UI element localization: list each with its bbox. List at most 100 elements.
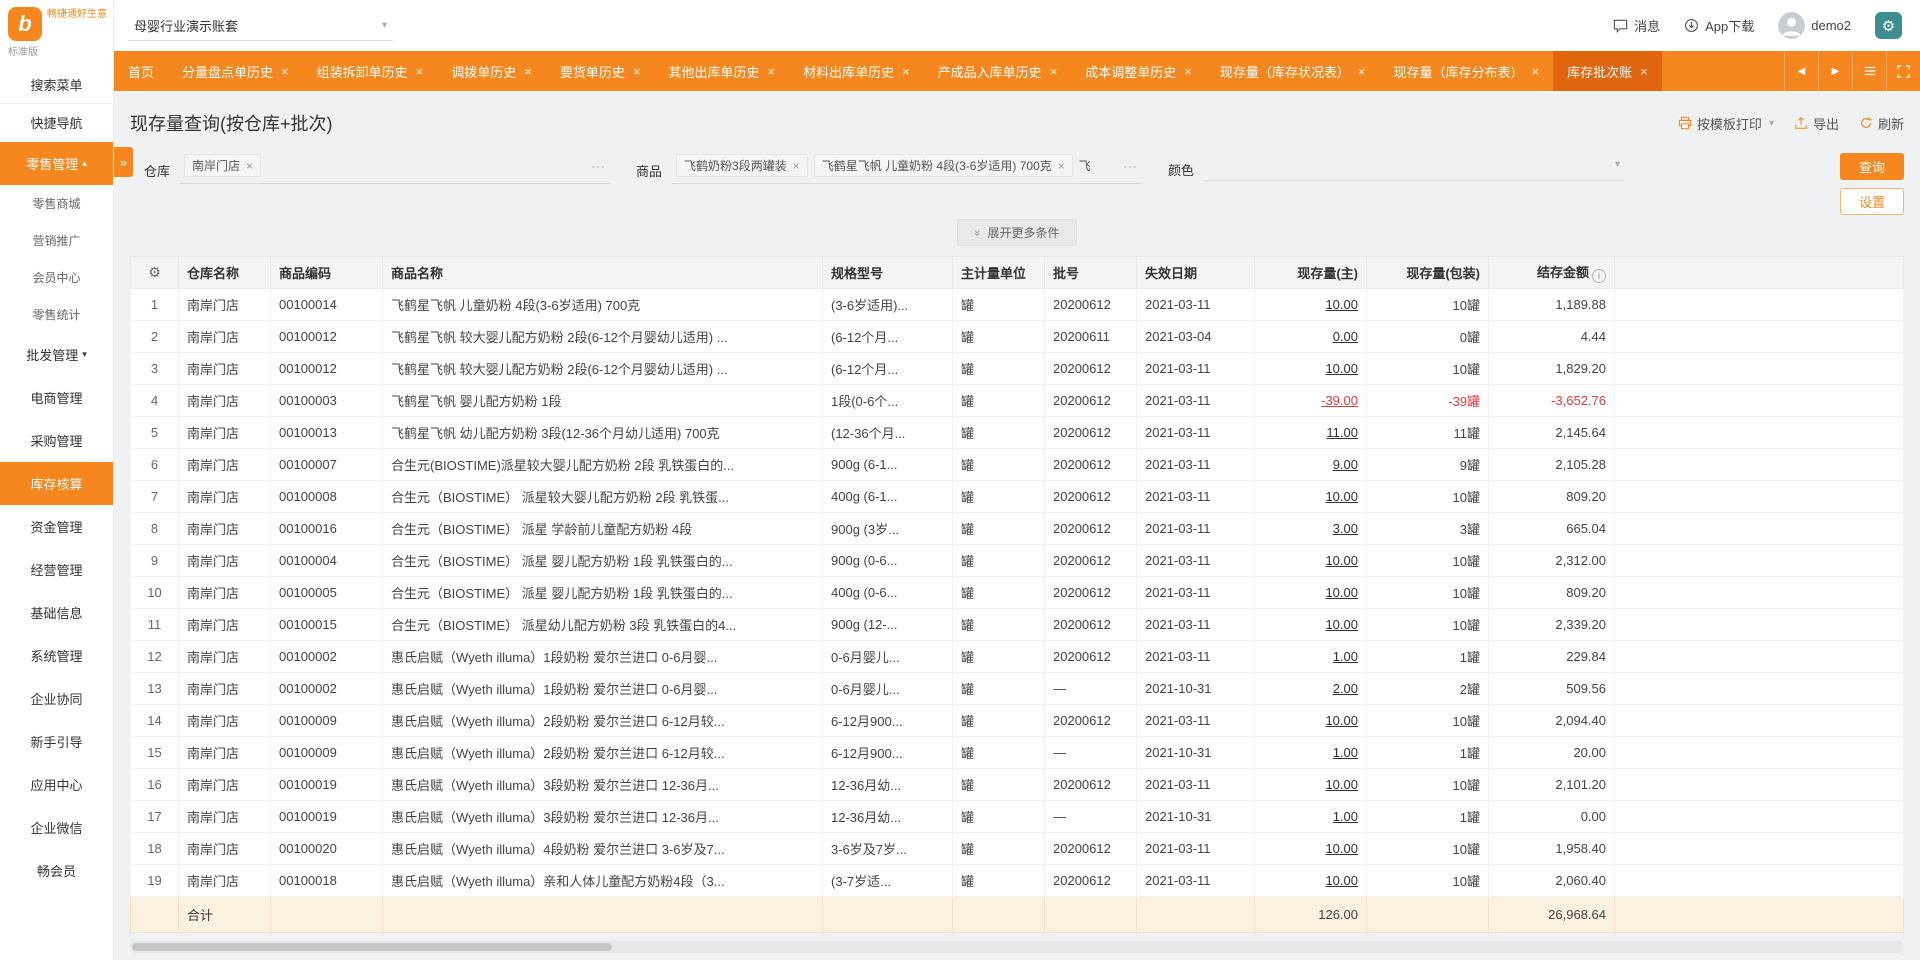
sidebar-item[interactable]: 批发管理 ▾	[0, 333, 113, 376]
table-row[interactable]: 11 南岸门店 00100015 合生元（BIOSTIME） 派星幼儿配方奶粉 …	[130, 608, 1904, 641]
qty-main-link[interactable]: 10.00	[1325, 489, 1358, 504]
table-row[interactable]: 17 南岸门店 00100019 惠氏启赋（Wyeth illuma）3段奶粉 …	[130, 800, 1904, 833]
table-row[interactable]: 14 南岸门店 00100009 惠氏启赋（Wyeth illuma）2段奶粉 …	[130, 704, 1904, 737]
close-icon[interactable]: ×	[281, 65, 289, 78]
close-icon[interactable]: ×	[767, 65, 775, 78]
table-row[interactable]: 15 南岸门店 00100009 惠氏启赋（Wyeth illuma）2段奶粉 …	[130, 736, 1904, 769]
close-icon[interactable]: ×	[1532, 65, 1540, 78]
tab[interactable]: 现存量（库存状况表） ×	[1206, 51, 1380, 91]
avatar[interactable]	[1778, 12, 1806, 39]
remove-tag-icon[interactable]: ×	[1058, 159, 1065, 173]
table-row[interactable]: 19 南岸门店 00100018 惠氏启赋（Wyeth illuma）亲和人体儿…	[130, 864, 1904, 897]
table-row[interactable]: 2 南岸门店 00100012 飞鹤星飞帆 较大婴儿配方奶粉 2段(6-12个月…	[130, 320, 1904, 353]
qty-main-link[interactable]: 2.00	[1333, 681, 1358, 696]
table-row[interactable]: 3 南岸门店 00100012 飞鹤星飞帆 较大婴儿配方奶粉 2段(6-12个月…	[130, 352, 1904, 385]
sidebar-item[interactable]: 资金管理	[0, 505, 113, 548]
table-row[interactable]: 7 南岸门店 00100008 合生元（BIOSTIME） 派星较大婴儿配方奶粉…	[130, 480, 1904, 513]
qty-main-link[interactable]: 10.00	[1325, 873, 1358, 888]
product-more-button[interactable]: ···	[1123, 159, 1138, 173]
qty-main-link[interactable]: 10.00	[1325, 777, 1358, 792]
table-row[interactable]: 8 南岸门店 00100016 合生元（BIOSTIME） 派星 学龄前儿童配方…	[130, 512, 1904, 545]
table-row[interactable]: 1 南岸门店 00100014 飞鹤星飞帆 儿童奶粉 4段(3-6岁适用) 70…	[130, 288, 1904, 321]
tab[interactable]: 材料出库单历史 ×	[789, 51, 924, 91]
sidebar-item[interactable]: 经营管理	[0, 548, 113, 591]
sidebar-item[interactable]: 新手引导	[0, 720, 113, 763]
scrollbar-thumb[interactable]	[132, 943, 612, 951]
remove-tag-icon[interactable]: ×	[246, 159, 253, 173]
table-row[interactable]: 5 南岸门店 00100013 飞鹤星飞帆 幼儿配方奶粉 3段(12-36个月幼…	[130, 416, 1904, 449]
tabs-menu-icon[interactable]	[1852, 51, 1886, 91]
messages-button[interactable]: 消息	[1613, 16, 1660, 35]
product-field[interactable]: 飞鹤奶粉3段两罐装 × 飞鹤星飞帆 儿童奶粉 4段(3-6岁适用) 700克 ×…	[672, 153, 1143, 184]
qty-main-link[interactable]: 1.00	[1333, 745, 1358, 760]
tabs-next-button[interactable]: ▶	[1818, 51, 1852, 91]
print-by-template-button[interactable]: 按模板打印 ▾	[1678, 114, 1774, 133]
sidebar-item[interactable]: 零售管理 ▴	[0, 142, 113, 185]
expand-more-conditions-button[interactable]: » 展开更多条件	[957, 219, 1077, 246]
account-select[interactable]: 母婴行业演示账套 ▾	[128, 11, 393, 41]
qty-main-link[interactable]: 10.00	[1325, 297, 1358, 312]
sidebar-item[interactable]: 电商管理	[0, 376, 113, 419]
close-icon[interactable]: ×	[1640, 65, 1648, 78]
tab[interactable]: 产成品入库单历史 ×	[924, 51, 1072, 91]
qty-main-link[interactable]: 1.00	[1333, 809, 1358, 824]
close-icon[interactable]: ×	[633, 65, 641, 78]
qty-main-link[interactable]: 0.00	[1333, 329, 1358, 344]
sidebar-item[interactable]: 营销推广	[0, 222, 113, 259]
table-row[interactable]: 4 南岸门店 00100003 飞鹤星飞帆 婴儿配方奶粉 1段 1段(0-6个.…	[130, 384, 1904, 417]
qty-main-link[interactable]: 10.00	[1325, 617, 1358, 632]
table-row[interactable]: 18 南岸门店 00100020 惠氏启赋（Wyeth illuma）4段奶粉 …	[130, 832, 1904, 865]
column-settings-icon[interactable]: ⚙	[148, 264, 161, 280]
sidebar-item[interactable]: 库存核算	[0, 462, 113, 505]
tab[interactable]: 首页 ×	[114, 51, 168, 91]
tab[interactable]: 成本调整单历史 ×	[1071, 51, 1206, 91]
qty-main-link[interactable]: 11.00	[1326, 425, 1358, 440]
sidebar-item[interactable]: 系统管理	[0, 634, 113, 677]
close-icon[interactable]: ×	[524, 65, 532, 78]
qty-main-link[interactable]: 10.00	[1325, 585, 1358, 600]
sidebar-item[interactable]: 采购管理	[0, 419, 113, 462]
remove-tag-icon[interactable]: ×	[793, 159, 800, 173]
qty-main-link[interactable]: 3.00	[1333, 521, 1358, 536]
sidebar-item[interactable]: 基础信息	[0, 591, 113, 634]
sidebar-item[interactable]: 畅会员	[0, 849, 113, 892]
tab[interactable]: 库存批次账 ×	[1553, 51, 1662, 91]
tab[interactable]: 现存量（库存分布表） ×	[1380, 51, 1554, 91]
sidebar-item[interactable]: 搜索菜单	[0, 66, 113, 104]
color-field[interactable]: ▾	[1204, 153, 1625, 181]
table-row[interactable]: 9 南岸门店 00100004 合生元（BIOSTIME） 派星 婴儿配方奶粉 …	[130, 544, 1904, 577]
close-icon[interactable]: ×	[1358, 65, 1366, 78]
qty-main-link[interactable]: 9.00	[1333, 457, 1358, 472]
tab[interactable]: 调拨单历史 ×	[437, 51, 546, 91]
table-row[interactable]: 6 南岸门店 00100007 合生元(BIOSTIME)派星较大婴儿配方奶粉 …	[130, 448, 1904, 481]
qty-main-link[interactable]: 10.00	[1325, 361, 1358, 376]
table-row[interactable]: 12 南岸门店 00100002 惠氏启赋（Wyeth illuma）1段奶粉 …	[130, 640, 1904, 673]
sidebar-item[interactable]: 快捷导航	[0, 104, 113, 142]
close-icon[interactable]: ×	[416, 65, 424, 78]
query-button[interactable]: 查询	[1840, 153, 1904, 180]
warehouse-more-button[interactable]: ···	[591, 159, 606, 173]
close-icon[interactable]: ×	[1184, 65, 1192, 78]
sidebar-item[interactable]: 零售统计	[0, 296, 113, 333]
table-row[interactable]: 13 南岸门店 00100002 惠氏启赋（Wyeth illuma）1段奶粉 …	[130, 672, 1904, 705]
sidebar-item[interactable]: 零售商城	[0, 185, 113, 222]
tab[interactable]: 分量盘点单历史 ×	[168, 51, 303, 91]
refresh-button[interactable]: 刷新	[1859, 114, 1904, 133]
workspace-gear-button[interactable]: ⚙	[1875, 12, 1902, 39]
qty-main-link[interactable]: 10.00	[1325, 713, 1358, 728]
horizontal-scrollbar[interactable]	[130, 941, 1904, 953]
sidebar-collapse-button[interactable]: »	[114, 147, 133, 177]
fullscreen-icon[interactable]	[1886, 51, 1920, 91]
close-icon[interactable]: ×	[902, 65, 910, 78]
user-menu[interactable]: demo2	[1778, 12, 1851, 39]
export-button[interactable]: 导出	[1794, 114, 1839, 133]
sidebar-item[interactable]: 应用中心	[0, 763, 113, 806]
qty-main-link[interactable]: -39.00	[1321, 393, 1358, 408]
sidebar-item[interactable]: 企业协同	[0, 677, 113, 720]
qty-main-link[interactable]: 10.00	[1325, 841, 1358, 856]
close-icon[interactable]: ×	[1050, 65, 1058, 78]
sidebar-item[interactable]: 会员中心	[0, 259, 113, 296]
table-row[interactable]: 10 南岸门店 00100005 合生元（BIOSTIME） 派星 婴儿配方奶粉…	[130, 576, 1904, 609]
qty-main-link[interactable]: 1.00	[1333, 649, 1358, 664]
app-download-button[interactable]: App下载	[1684, 16, 1754, 35]
